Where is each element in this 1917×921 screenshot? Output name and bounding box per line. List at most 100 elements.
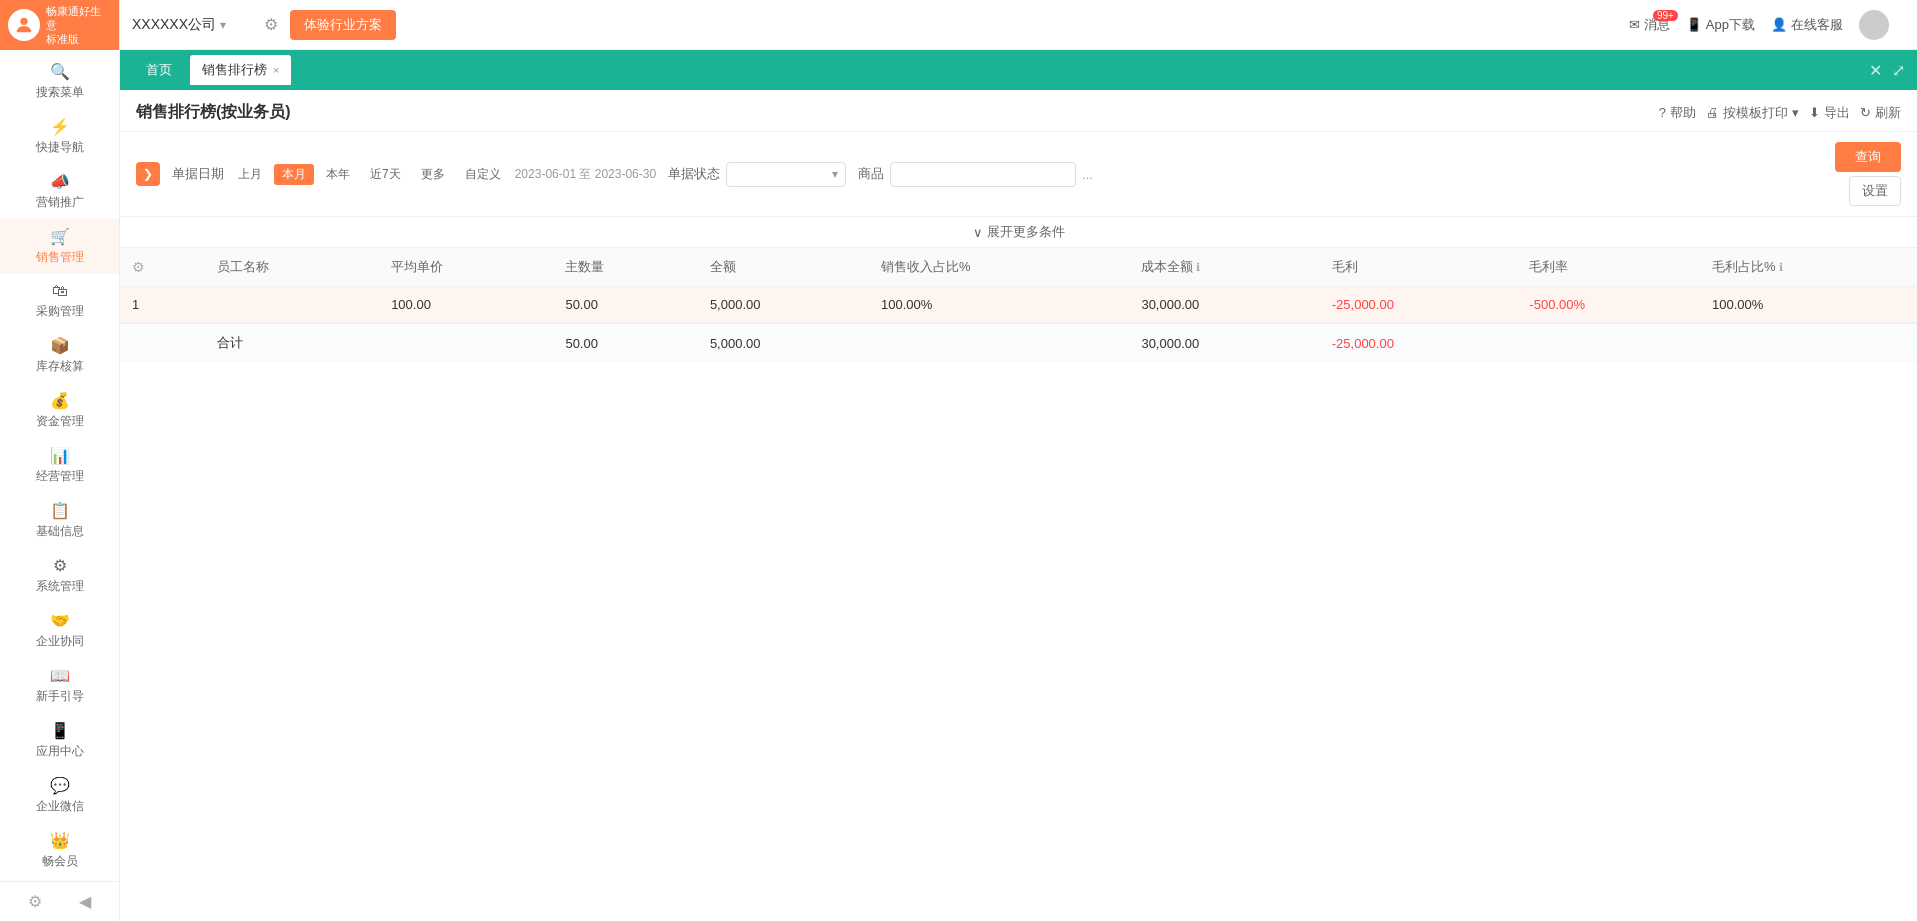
operations-icon: 📊 [50,446,70,465]
th-amount: 全额 [698,248,869,287]
date-options: 上月 本月 本年 近7天 更多 自定义 [230,164,509,185]
help-btn[interactable]: ? 帮助 [1659,104,1696,122]
date-opt-custom[interactable]: 自定义 [457,164,509,185]
tab-maximize-icon[interactable]: ⤢ [1892,61,1905,80]
export-btn[interactable]: ⬇ 导出 [1809,104,1850,122]
date-opt-7days[interactable]: 近7天 [362,164,409,185]
message-icon: ✉ [1629,17,1640,32]
sidebar-item-label: 企业协同 [36,633,84,650]
help-label: 帮助 [1670,104,1696,122]
sidebar-item-appstore[interactable]: 📱 应用中心 [0,713,119,768]
th-sales-ratio: 销售收入占比% [869,248,1129,287]
message-btn[interactable]: ✉ 消息 99+ [1629,16,1670,34]
status-select[interactable] [726,162,846,187]
weixin-icon: 💬 [50,776,70,795]
gross-ratio-info-icon[interactable]: ℹ [1779,261,1783,273]
sidebar-item-label: 采购管理 [36,303,84,320]
topbar-settings-icon[interactable]: ⚙ [264,15,278,34]
th-gross-rate: 毛利率 [1517,248,1700,287]
sidebar-footer: ⚙ ◀ [0,881,119,921]
filter-bar: ❯ 单据日期 上月 本月 本年 近7天 更多 自定义 2023-06-01 至 … [120,132,1917,217]
filter-collapse-btn[interactable]: ❯ [136,162,160,186]
date-opt-this-month[interactable]: 本月 [274,164,314,185]
online-service-btn[interactable]: 👤 在线客服 [1771,16,1843,34]
date-opt-last-month[interactable]: 上月 [230,164,270,185]
sidebar-item-label: 新手引导 [36,688,84,705]
date-opt-more[interactable]: 更多 [413,164,453,185]
sales-icon: 🛒 [50,227,70,246]
sidebar-item-guide[interactable]: 📖 新手引导 [0,658,119,713]
sidebar-item-finance[interactable]: 💰 资金管理 [0,383,119,438]
sidebar-settings-btn[interactable]: ⚙ [28,892,42,911]
app-download-icon: 📱 [1686,17,1702,32]
sidebar-item-sales[interactable]: 🛒 销售管理 [0,219,119,274]
table-row: 1 100.00 50.00 5,000.00 100.00% 30,000.0… [120,287,1917,324]
service-label: 在线客服 [1791,16,1843,34]
query-btn[interactable]: 查询 [1835,142,1901,172]
trial-btn[interactable]: 体验行业方案 [290,10,396,40]
sidebar-item-search[interactable]: 🔍 搜索菜单 [0,54,119,109]
page-container: 销售排行榜(按业务员) ? 帮助 🖨 按模板打印 ▾ ⬇ 导出 [120,90,1917,921]
export-icon: ⬇ [1809,105,1820,120]
topbar-right: ✉ 消息 99+ 📱 App下载 👤 在线客服 [1629,10,1905,40]
sidebar-item-operations[interactable]: 📊 经营管理 [0,438,119,493]
tab-close-icon[interactable]: × [273,64,279,76]
col-settings-icon[interactable]: ⚙ [132,259,145,275]
sidebar-item-collab[interactable]: 🤝 企业协同 [0,603,119,658]
expand-conditions-btn[interactable]: ∨ 展开更多条件 [973,223,1065,241]
sidebar-item-marketing[interactable]: 📣 营销推广 [0,164,119,219]
sidebar-item-quicknav[interactable]: ⚡ 快捷导航 [0,109,119,164]
sidebar-item-label: 库存核算 [36,358,84,375]
print-dropdown-icon: ▾ [1792,105,1799,120]
sidebar-item-label: 快捷导航 [36,139,84,156]
app-download-btn[interactable]: 📱 App下载 [1686,16,1755,34]
td-gross: -25,000.00 [1320,287,1518,324]
goods-input[interactable] [890,162,1076,187]
tfoot-empty5 [1700,323,1917,362]
message-badge: 99+ [1653,10,1678,21]
sidebar-item-basics[interactable]: 📋 基础信息 [0,493,119,548]
inventory-icon: 📦 [50,336,70,355]
company-selector[interactable]: XXXXXX公司 ▾ [132,16,252,34]
sidebar-item-label: 应用中心 [36,743,84,760]
company-name: XXXXXX公司 [132,16,216,34]
svg-point-0 [20,18,27,25]
company-dropdown-arrow: ▾ [220,18,226,32]
filter-status-group: 单据状态 [668,162,846,187]
tfoot-gross: -25,000.00 [1320,323,1518,362]
cost-info-icon[interactable]: ℹ [1196,261,1200,273]
date-opt-this-year[interactable]: 本年 [318,164,358,185]
user-avatar[interactable] [1859,10,1889,40]
sidebar-item-inventory[interactable]: 📦 库存核算 [0,328,119,383]
expand-label: 展开更多条件 [987,223,1065,241]
tfoot-empty [120,323,205,362]
tab-home[interactable]: 首页 [132,53,186,87]
sidebar-item-label: 营销推广 [36,194,84,211]
sidebar-item-purchase[interactable]: 🛍 采购管理 [0,274,119,328]
th-cost: 成本全额ℹ [1129,248,1319,287]
sidebar-item-label: 畅会员 [42,853,78,870]
col-settings[interactable]: ⚙ [120,248,205,287]
appstore-icon: 📱 [50,721,70,740]
print-icon: 🖨 [1706,105,1719,120]
tabbar-right: ✕ ⤢ [1869,61,1905,80]
more-filters-btn[interactable]: ... [1082,167,1093,182]
sidebar-item-system[interactable]: ⚙ 系统管理 [0,548,119,603]
refresh-label: 刷新 [1875,104,1901,122]
tab-sales-ranking[interactable]: 销售排行榜 × [190,55,291,85]
table-settings-btn[interactable]: 设置 [1849,176,1901,206]
tfoot-label: 合计 [205,323,379,362]
tab-close-window-icon[interactable]: ✕ [1869,61,1882,80]
help-icon: ? [1659,105,1666,120]
sidebar-collapse-btn[interactable]: ◀ [79,892,91,911]
sidebar-item-member[interactable]: 👑 畅会员 [0,823,119,878]
print-btn[interactable]: 🖨 按模板打印 ▾ [1706,104,1799,122]
refresh-btn[interactable]: ↻ 刷新 [1860,104,1901,122]
tfoot-empty3 [869,323,1129,362]
page-title: 销售排行榜(按业务员) [136,102,291,123]
sidebar-item-weixin[interactable]: 💬 企业微信 [0,768,119,823]
th-name: 员工名称 [205,248,379,287]
sidebar-nav: 🔍 搜索菜单 ⚡ 快捷导航 📣 营销推广 🛒 销售管理 🛍 采购管理 📦 库存核… [0,50,119,881]
app-logo: 畅康通好生意 标准版 [0,0,119,50]
logo-text: 畅康通好生意 标准版 [46,4,111,47]
